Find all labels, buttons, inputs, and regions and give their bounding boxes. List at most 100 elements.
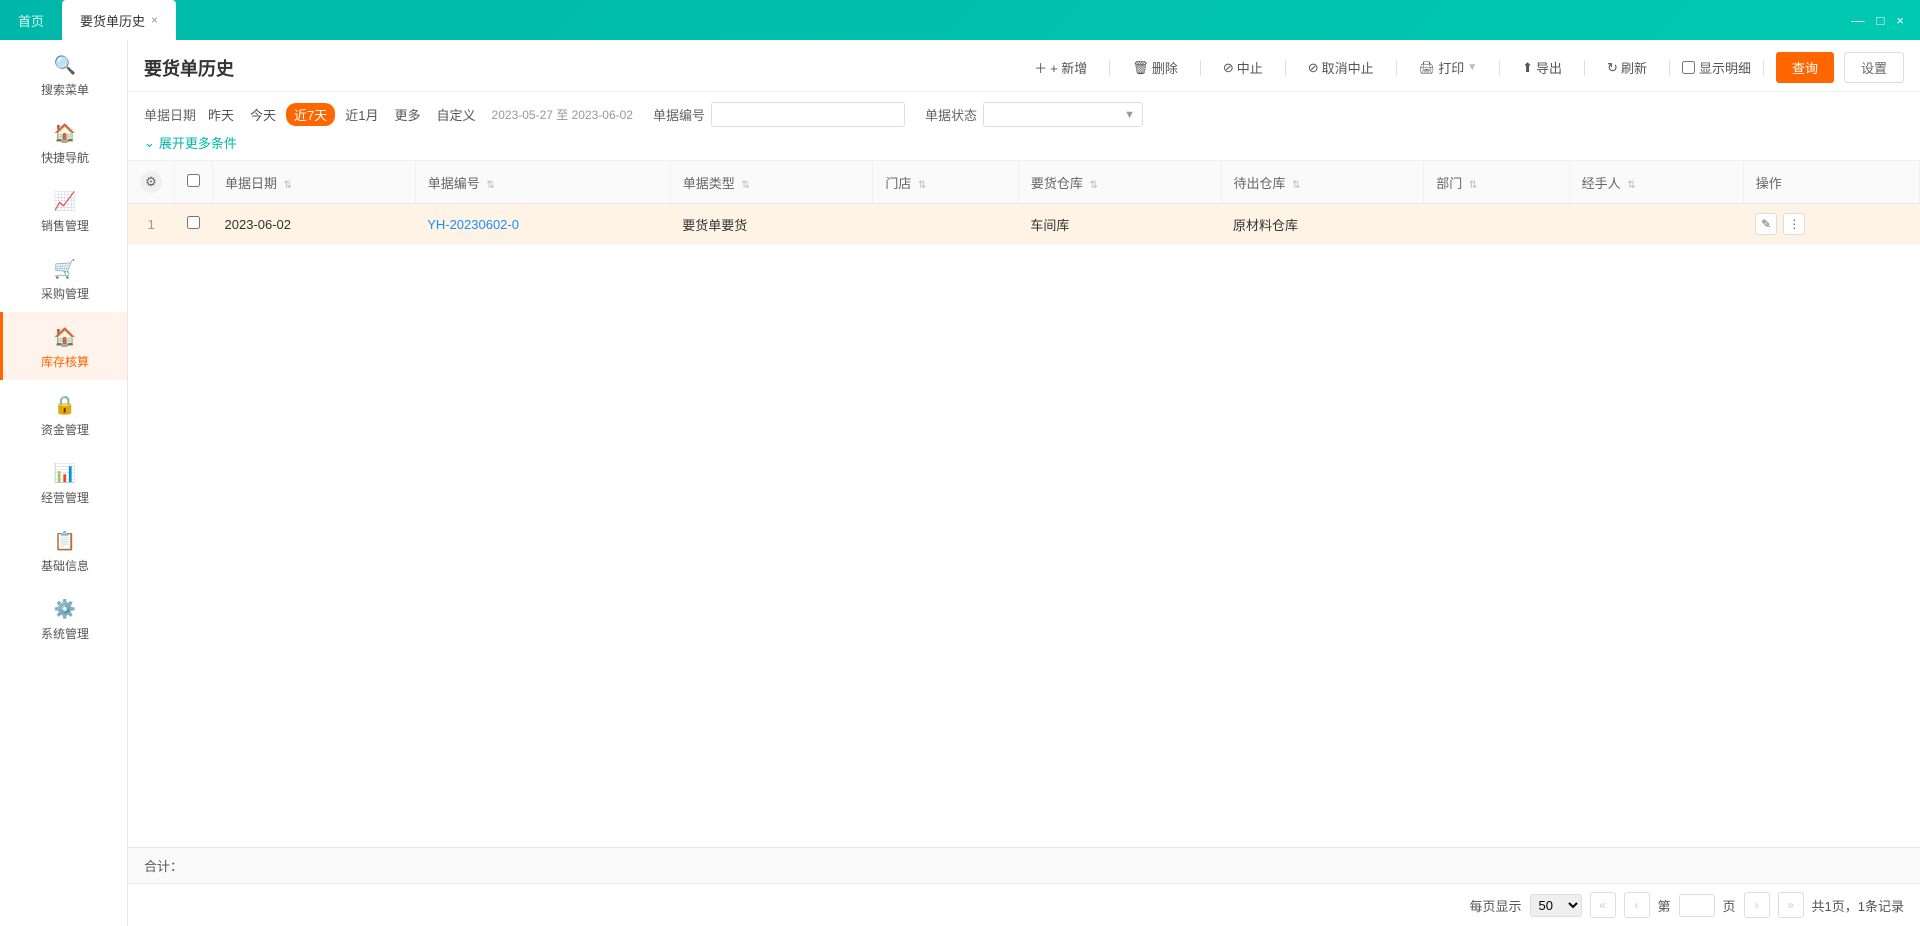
date-btn-1month[interactable]: 近1月 (339, 103, 384, 126)
show-detail-checkbox[interactable] (1682, 61, 1695, 74)
status-select-wrap: ▼ (983, 102, 1143, 127)
pagination-bar: 每页显示 50 10 20 100 « ‹ 第 1 页 › » 共1页，1条记录 (128, 883, 1920, 926)
page-label-2: 页 (1723, 896, 1736, 915)
cancel-suspend-button[interactable]: ⊘ 取消中止 (1298, 53, 1384, 82)
expand-more-label: 展开更多条件 (159, 133, 237, 152)
table-row: 1 2023-06-02 YH-20230602-0 要货单要货 车间库 (128, 204, 1920, 245)
date-btn-today[interactable]: 今天 (244, 103, 282, 126)
print-button[interactable]: 🖨 打印 ▼ (1409, 53, 1487, 82)
divider-3 (1285, 60, 1286, 76)
doc-number-filter-label: 单据编号 (653, 105, 705, 124)
tab-requisition-history[interactable]: 要货单历史 × (62, 0, 176, 40)
sidebar-item-quick-nav[interactable]: 🏠 快捷导航 (0, 108, 127, 176)
sidebar-item-operations[interactable]: 📊 经营管理 (0, 448, 127, 516)
sidebar-item-quick-nav-label: 快捷导航 (41, 149, 89, 166)
page-label: 第 (1658, 896, 1671, 915)
row-pending-warehouse: 原材料仓库 (1221, 204, 1424, 245)
select-all-checkbox[interactable] (187, 174, 200, 187)
prev-page-button[interactable]: ‹ (1624, 892, 1650, 918)
date-btn-yesterday[interactable]: 昨天 (202, 103, 240, 126)
minimize-button[interactable]: — (1852, 13, 1865, 28)
req-warehouse-sort-icon: ⇅ (1089, 180, 1097, 191)
tab-close-icon[interactable]: × (151, 13, 158, 27)
date-btn-7days[interactable]: 近7天 (286, 103, 335, 126)
date-shortcuts: 昨天 今天 近7天 近1月 更多 自定义 (202, 103, 482, 126)
maximize-button[interactable]: □ (1877, 13, 1885, 28)
delete-button[interactable]: 🗑 删除 (1122, 53, 1188, 82)
date-btn-custom[interactable]: 自定义 (431, 103, 482, 126)
th-req-warehouse: 要货仓库 ⇅ (1018, 161, 1221, 204)
window-controls: — □ × (1852, 13, 1920, 28)
sales-icon: 📈 (54, 190, 76, 212)
sidebar-item-purchase-label: 采购管理 (41, 285, 89, 302)
footer-total-label: 合计： (144, 859, 183, 874)
row-number-link[interactable]: YH-20230602-0 (427, 217, 519, 232)
delete-icon: 🗑 (1132, 60, 1149, 76)
suspend-button[interactable]: ⊘ 中止 (1213, 53, 1273, 82)
settings-button[interactable]: 设置 (1844, 52, 1904, 83)
close-button[interactable]: × (1896, 13, 1904, 28)
table-header: ⚙ 单据日期 ⇅ 单据编号 ⇅ (128, 161, 1920, 204)
date-btn-more[interactable]: 更多 (389, 103, 427, 126)
expand-more-button[interactable]: ⌄ 展开更多条件 (144, 127, 1904, 152)
per-page-select[interactable]: 50 10 20 100 (1530, 894, 1582, 917)
suspend-icon: ⊘ (1223, 60, 1234, 76)
date-sort-icon: ⇅ (284, 180, 292, 191)
status-select[interactable] (983, 102, 1143, 127)
type-sort-icon: ⇅ (741, 180, 749, 191)
home-icon: 🏠 (54, 122, 76, 144)
sidebar-item-inventory[interactable]: 🏠 库存核算 (0, 312, 127, 380)
tab-home[interactable]: 首页 (0, 0, 62, 40)
purchase-icon: 🛒 (54, 258, 76, 280)
sidebar-item-basic-info[interactable]: 📋 基础信息 (0, 516, 127, 584)
th-settings: ⚙ (128, 161, 175, 204)
sidebar-item-sales[interactable]: 📈 销售管理 (0, 176, 127, 244)
sidebar-item-purchase[interactable]: 🛒 采购管理 (0, 244, 127, 312)
next-page-button[interactable]: › (1744, 892, 1770, 918)
cancel-suspend-icon: ⊘ (1308, 60, 1319, 76)
export-button[interactable]: ⬆ 导出 (1512, 53, 1572, 82)
last-page-button[interactable]: » (1778, 892, 1804, 918)
search-icon: 🔍 (54, 54, 76, 76)
status-filter-label: 单据状态 (925, 105, 977, 124)
handler-sort-icon: ⇅ (1627, 180, 1635, 191)
system-icon: ⚙️ (54, 598, 76, 620)
first-page-button[interactable]: « (1590, 892, 1616, 918)
new-button[interactable]: ＋ + 新增 (1024, 53, 1097, 82)
divider-4 (1396, 60, 1397, 76)
page-title: 要货单历史 (144, 55, 234, 81)
row-index: 1 (128, 204, 175, 245)
divider-7 (1669, 60, 1670, 76)
divider-6 (1584, 60, 1585, 76)
content-area: 要货单历史 ＋ + 新增 🗑 删除 ⊘ 中止 (128, 40, 1920, 926)
main-layout: 🔍 搜索菜单 🏠 快捷导航 📈 销售管理 🛒 采购管理 🏠 库存核算 🔒 资金管… (0, 40, 1920, 926)
divider-5 (1499, 60, 1500, 76)
sidebar-item-operations-label: 经营管理 (41, 489, 89, 506)
th-action: 操作 (1743, 161, 1919, 204)
show-detail-checkbox-wrap[interactable]: 显示明细 (1682, 58, 1751, 77)
divider-8 (1763, 60, 1764, 76)
page-number-input[interactable]: 1 (1679, 894, 1715, 917)
sidebar-item-basic-info-label: 基础信息 (41, 557, 89, 574)
table-wrap: ⚙ 单据日期 ⇅ 单据编号 ⇅ (128, 161, 1920, 847)
sidebar-item-finance[interactable]: 🔒 资金管理 (0, 380, 127, 448)
th-number: 单据编号 ⇅ (415, 161, 670, 204)
sidebar: 🔍 搜索菜单 🏠 快捷导航 📈 销售管理 🛒 采购管理 🏠 库存核算 🔒 资金管… (0, 40, 128, 926)
row-edit-icon[interactable]: ✎ (1755, 213, 1777, 235)
row-checkbox[interactable] (187, 216, 200, 229)
print-dropdown-icon: ▼ (1467, 62, 1477, 73)
row-more-icon[interactable]: ⋮ (1783, 213, 1805, 235)
sidebar-item-system[interactable]: ⚙️ 系统管理 (0, 584, 127, 652)
doc-number-input[interactable] (711, 102, 905, 127)
row-req-warehouse: 车间库 (1018, 204, 1221, 245)
doc-number-filter-group: 单据编号 (653, 102, 905, 127)
column-settings-icon[interactable]: ⚙ (140, 171, 162, 193)
sidebar-item-system-label: 系统管理 (41, 625, 89, 642)
sidebar-item-search[interactable]: 🔍 搜索菜单 (0, 40, 127, 108)
page-container: 要货单历史 ＋ + 新增 🗑 删除 ⊘ 中止 (128, 40, 1920, 926)
export-icon: ⬆ (1522, 60, 1533, 76)
query-button[interactable]: 查询 (1776, 52, 1834, 83)
refresh-button[interactable]: ↻ 刷新 (1597, 53, 1657, 82)
per-page-label: 每页显示 (1469, 896, 1521, 915)
tab-home-label: 首页 (18, 11, 44, 30)
